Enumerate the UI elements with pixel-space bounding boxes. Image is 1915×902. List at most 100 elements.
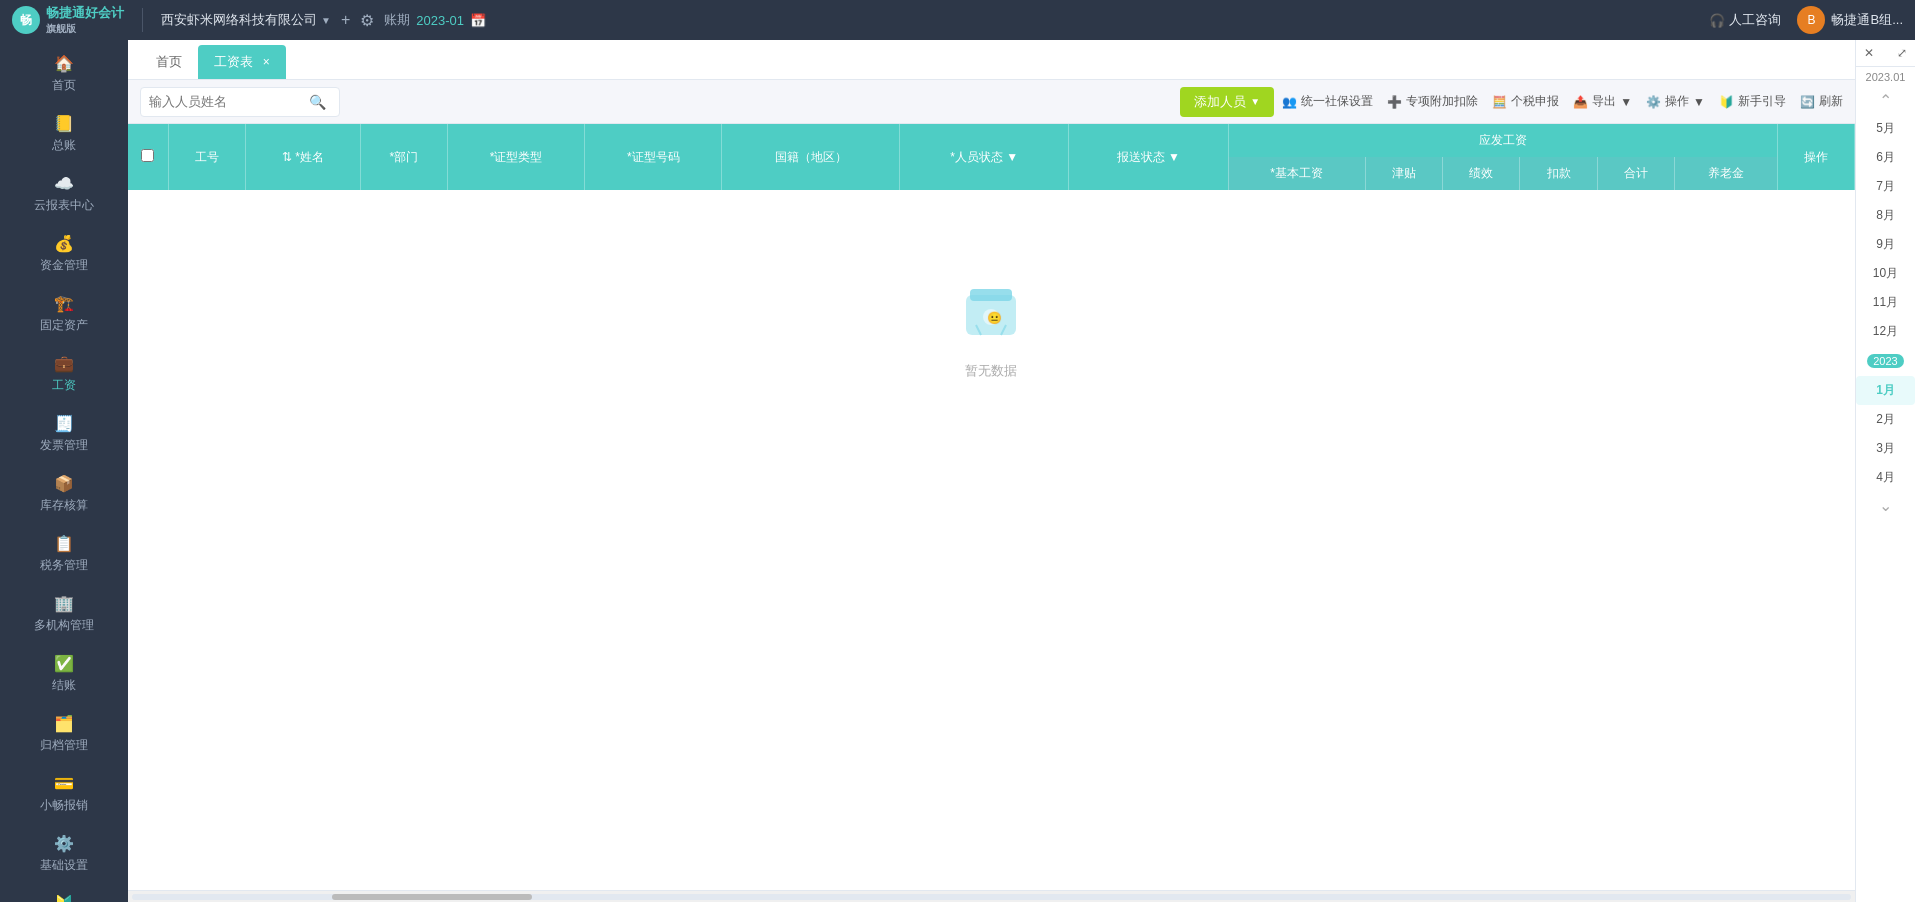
sidebar-item-fund[interactable]: 💰 资金管理 — [0, 224, 128, 284]
chevron-down-icon: ▼ — [321, 15, 331, 26]
toolbar: 🔍 添加人员 ▼ 👥 统一社保设置 ➕ 专项附加扣除 — [128, 80, 1855, 124]
sidebar-label-settings: 基础设置 — [40, 857, 88, 874]
month-item-10[interactable]: 10月 — [1856, 259, 1915, 288]
app-name: 畅捷通好会计 旗舰版 — [46, 4, 124, 36]
add-person-button[interactable]: 添加人员 ▼ — [1180, 87, 1274, 117]
sidebar-item-ledger[interactable]: 📒 总账 — [0, 104, 128, 164]
month-item-2[interactable]: 2月 — [1856, 405, 1915, 434]
month-item-8[interactable]: 8月 — [1856, 201, 1915, 230]
export-icon: 📤 — [1573, 95, 1588, 109]
sidebar-label-salary: 工资 — [52, 377, 76, 394]
tax-icon: 📋 — [54, 534, 74, 553]
archive-icon: 🗂️ — [54, 714, 74, 733]
sidebar-item-invoice[interactable]: 🧾 发票管理 — [0, 404, 128, 464]
multi-org-icon: 🏢 — [54, 594, 74, 613]
top-bar-right: 🎧 人工咨询 B 畅捷通B组... — [1709, 6, 1903, 34]
personal-tax-button[interactable]: 🧮 个税申报 — [1492, 93, 1559, 110]
sidebar-item-inventory[interactable]: 📦 库存核算 — [0, 464, 128, 524]
month-item-5[interactable]: 5月 — [1856, 114, 1915, 143]
home-icon: 🏠 — [54, 54, 74, 73]
refresh-button[interactable]: 🔄 刷新 — [1800, 93, 1843, 110]
inventory-icon: 📦 — [54, 474, 74, 493]
sidebar-item-settings[interactable]: ⚙️ 基础设置 — [0, 824, 128, 884]
app-logo: 畅 畅捷通好会计 旗舰版 — [12, 4, 124, 36]
search-input[interactable] — [149, 94, 309, 109]
sidebar-item-cloud-report[interactable]: ☁️ 云报表中心 — [0, 164, 128, 224]
add-button-arrow: ▼ — [1250, 96, 1260, 107]
svg-text:😐: 😐 — [987, 310, 1002, 325]
month-item-4[interactable]: 4月 — [1856, 463, 1915, 492]
panel-close-button[interactable]: ✕ — [1864, 46, 1874, 60]
scrollbar-area — [128, 890, 1855, 902]
filter-icon2: ▼ — [1168, 150, 1180, 164]
month-item-11[interactable]: 11月 — [1856, 288, 1915, 317]
tab-salary-table[interactable]: 工资表 × — [198, 45, 286, 79]
next-year-button[interactable]: ⌄ — [1875, 492, 1896, 519]
th-deduction: 扣款 — [1520, 157, 1597, 190]
company-selector[interactable]: 西安虾米网络科技有限公司 ▼ — [161, 11, 331, 29]
scrollbar-track — [132, 894, 1851, 900]
calendar-icon[interactable]: 📅 — [470, 13, 486, 28]
scrollbar-thumb[interactable] — [332, 894, 532, 900]
sidebar-label-checkout: 结账 — [52, 677, 76, 694]
month-item-7[interactable]: 7月 — [1856, 172, 1915, 201]
month-item-6[interactable]: 6月 — [1856, 143, 1915, 172]
toolbar-actions: 👥 统一社保设置 ➕ 专项附加扣除 🧮 个税申报 📤 导出 ▼ — [1282, 93, 1843, 110]
sidebar-item-salary[interactable]: 💼 工资 — [0, 344, 128, 404]
sidebar-label-home: 首页 — [52, 77, 76, 94]
th-performance: 绩效 — [1443, 157, 1520, 190]
export-button[interactable]: 📤 导出 ▼ — [1573, 93, 1632, 110]
th-actions: 操作 — [1777, 124, 1854, 190]
ledger-icon: 📒 — [54, 114, 74, 133]
sidebar-item-tax[interactable]: 📋 税务管理 — [0, 524, 128, 584]
panel-expand-button[interactable]: ⤢ — [1897, 46, 1907, 60]
th-base-salary: *基本工资 — [1228, 157, 1365, 190]
sidebar-item-home[interactable]: 🏠 首页 — [0, 44, 128, 104]
th-salary-group: 应发工资 — [1228, 124, 1777, 157]
headset-icon: 🎧 — [1709, 13, 1725, 28]
sidebar-item-multi-org[interactable]: 🏢 多机构管理 — [0, 584, 128, 644]
salary-table: 工号 ⇅ *姓名 *部门 *证型类型 *证型号码 国籍（地区） *人员状态 ▼ … — [128, 124, 1855, 460]
month-item-9[interactable]: 9月 — [1856, 230, 1915, 259]
filter-icon: ▼ — [1006, 150, 1018, 164]
add-company-button[interactable]: + — [341, 11, 350, 29]
month-item-1[interactable]: 1月 — [1856, 376, 1915, 405]
prev-year-button[interactable]: ⌃ — [1875, 87, 1896, 114]
month-item-3[interactable]: 3月 — [1856, 434, 1915, 463]
operate-button[interactable]: ⚙️ 操作 ▼ — [1646, 93, 1705, 110]
support-button[interactable]: 🎧 人工咨询 — [1709, 11, 1781, 29]
settings-icon[interactable]: ⚙ — [360, 11, 374, 30]
empty-state-cell: 😐 暂无数据 — [128, 190, 1855, 460]
content-area: 首页 工资表 × 🔍 添加人员 ▼ � — [128, 40, 1855, 902]
sidebar-item-fixed-assets[interactable]: 🏗️ 固定资产 — [0, 284, 128, 344]
th-name: ⇅ *姓名 — [245, 124, 360, 190]
sidebar-label-multi-org: 多机构管理 — [34, 617, 94, 634]
sidebar-item-checkout[interactable]: ✅ 结账 — [0, 644, 128, 704]
search-icon: 🔍 — [309, 94, 326, 110]
user-menu[interactable]: B 畅捷通B组... — [1797, 6, 1903, 34]
sidebar-item-guide[interactable]: 🔰 新手引导 — [0, 884, 128, 902]
operate-icon: ⚙️ — [1646, 95, 1661, 109]
month-item-12[interactable]: 12月 — [1856, 317, 1915, 346]
tab-home[interactable]: 首页 — [140, 45, 198, 79]
settings-sidebar-icon: ⚙️ — [54, 834, 74, 853]
tab-bar: 首页 工资表 × — [128, 40, 1855, 80]
current-period-display: 2023.01 — [1866, 67, 1906, 87]
empty-icon: 😐 — [951, 270, 1031, 350]
social-security-button[interactable]: 👥 统一社保设置 — [1282, 93, 1373, 110]
th-cert-no: *证型号码 — [585, 124, 722, 190]
sidebar-item-expense[interactable]: 💳 小畅报销 — [0, 764, 128, 824]
select-all-checkbox[interactable] — [141, 149, 154, 162]
guide-toolbar-icon: 🔰 — [1719, 95, 1734, 109]
sidebar-label-archive: 归档管理 — [40, 737, 88, 754]
th-insurance: 养老金 — [1675, 157, 1777, 190]
sidebar-item-archive[interactable]: 🗂️ 归档管理 — [0, 704, 128, 764]
special-deduction-icon: ➕ — [1387, 95, 1402, 109]
guide-button[interactable]: 🔰 新手引导 — [1719, 93, 1786, 110]
special-deduction-button[interactable]: ➕ 专项附加扣除 — [1387, 93, 1478, 110]
fixed-assets-icon: 🏗️ — [54, 294, 74, 313]
tab-salary-label: 工资表 — [214, 54, 253, 69]
year-badge: 2023 — [1867, 354, 1903, 368]
refresh-icon: 🔄 — [1800, 95, 1815, 109]
tab-close-icon[interactable]: × — [263, 55, 270, 69]
